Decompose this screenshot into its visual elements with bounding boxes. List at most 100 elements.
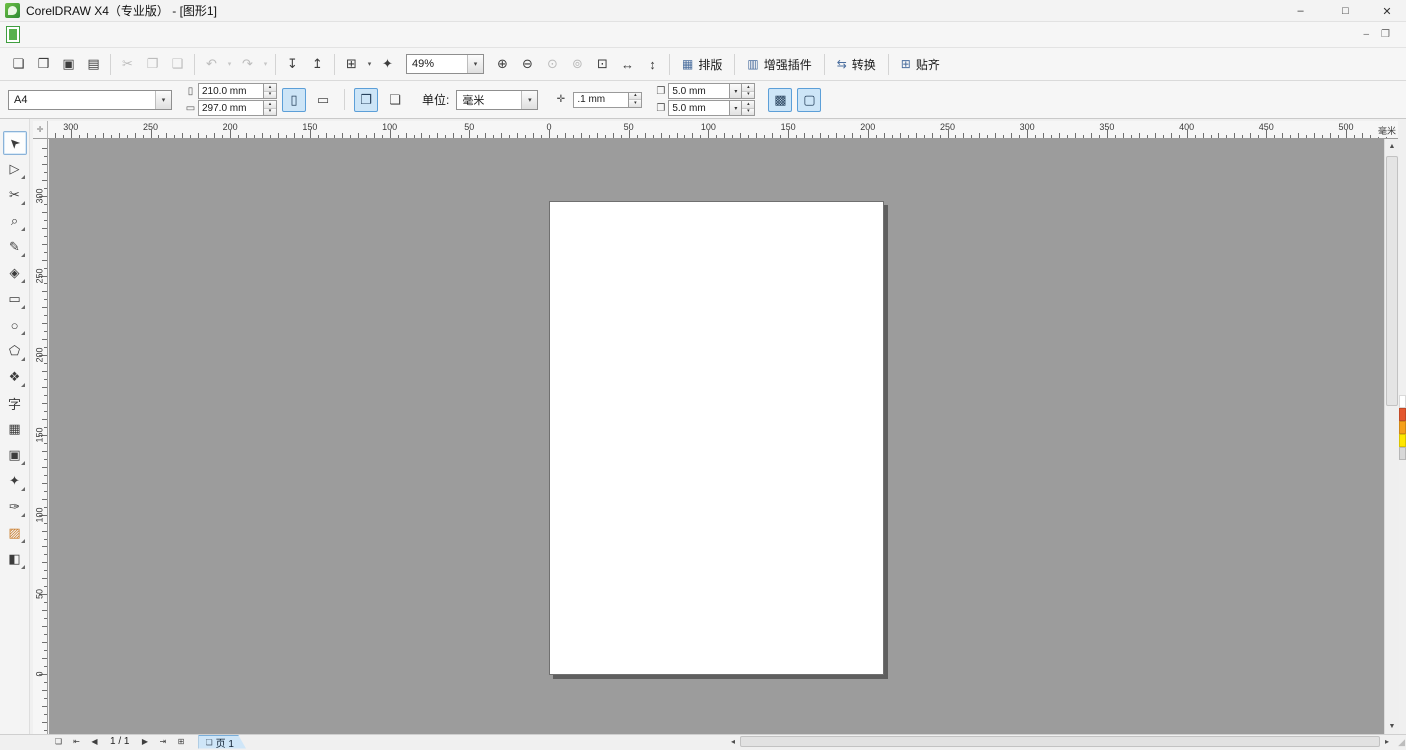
dropdown-arrow-icon[interactable]: ▾ [155, 90, 171, 109]
page-tab[interactable]: ❏ 页 1 [198, 735, 246, 749]
page[interactable] [549, 201, 884, 675]
close-button[interactable]: ✕ [1368, 0, 1406, 22]
paper-width-spinner[interactable]: ▴ ▾ [264, 83, 277, 99]
save-button[interactable]: ▣ [56, 52, 81, 76]
color-swatch[interactable] [1399, 421, 1406, 434]
outline-tool[interactable]: ✑ [3, 495, 27, 519]
scroll-up-button[interactable]: ▲ [1385, 139, 1399, 154]
units-combo[interactable]: 毫米 ▾ [456, 89, 539, 110]
zoom-tool[interactable]: ⌕ [3, 209, 27, 233]
child-minimize-button[interactable]: – [1363, 29, 1369, 40]
paste-button[interactable]: ❑ [165, 52, 190, 76]
horizontal-scroll-thumb[interactable] [740, 736, 1380, 747]
portrait-button[interactable]: ▯ [282, 87, 306, 112]
zoom-page-button[interactable]: ⊡ [590, 52, 615, 76]
plugins-button[interactable]: ▥ 增强插件 [739, 52, 819, 76]
cut-button[interactable]: ✂ [115, 52, 140, 76]
maximize-button[interactable]: □ [1323, 0, 1368, 22]
spin-down-button[interactable]: ▾ [629, 100, 642, 107]
paper-width-field[interactable]: 210.0 mm [198, 83, 264, 99]
current-page-button[interactable]: ❏ [383, 88, 407, 112]
shape-tool[interactable]: ▷ [3, 157, 27, 181]
interactive-fill-tool[interactable]: ◧ [3, 547, 27, 571]
smart-fill-tool[interactable]: ◈ [3, 261, 27, 285]
welcome-screen-button[interactable]: ✦ [375, 52, 400, 76]
scroll-down-button[interactable]: ▼ [1385, 719, 1399, 734]
minimize-button[interactable]: – [1278, 0, 1323, 22]
spin-down-button[interactable]: ▾ [742, 108, 755, 115]
dropdown-arrow-icon[interactable]: ▾ [467, 55, 483, 73]
duplicate-x-field[interactable]: 5.0 mm [668, 83, 731, 99]
spin-up-button[interactable]: ▴ [629, 92, 642, 100]
freehand-tool[interactable]: ✎ [3, 235, 27, 259]
duplicate-y-dropdown[interactable]: ▾ [730, 100, 743, 116]
dropdown-arrow-icon[interactable]: ▾ [521, 90, 538, 109]
first-page-button[interactable]: ⇤ [68, 735, 85, 748]
paper-height-spinner[interactable]: ▴ ▾ [264, 100, 277, 116]
fill-tool[interactable]: ▨ [3, 521, 27, 545]
nudge-spinner[interactable]: ▴ ▾ [629, 91, 643, 108]
import-button[interactable]: ↧ [280, 52, 305, 76]
next-page-button[interactable]: ▶ [136, 735, 153, 748]
undo-dropdown[interactable]: ▾ [224, 52, 235, 76]
spin-down-button[interactable]: ▾ [264, 108, 276, 115]
layout-button[interactable]: ▦ 排版 [674, 52, 730, 76]
color-swatch[interactable] [1399, 395, 1406, 408]
vertical-ruler[interactable]: 0 50 100 150 200 250 300 [33, 139, 48, 734]
table-tool[interactable]: ▦ [3, 417, 27, 441]
zoom-level-combo[interactable]: 49% ▾ [406, 54, 484, 74]
add-page-button[interactable]: ⊞ [172, 735, 189, 748]
redo-dropdown[interactable]: ▾ [260, 52, 271, 76]
duplicate-y-field[interactable]: 5.0 mm [668, 100, 731, 116]
zoom-out-button[interactable]: ⊖ [515, 52, 540, 76]
app-launcher-button[interactable]: ⊞ [339, 52, 364, 76]
all-pages-button[interactable]: ❐ [354, 87, 378, 112]
last-page-button[interactable]: ⇥ [154, 735, 171, 748]
app-launcher-dropdown[interactable]: ▾ [364, 52, 375, 76]
zoom-all-objects-button[interactable]: ⊚ [565, 52, 590, 76]
marquee-select-toggle[interactable]: ▢ [797, 87, 822, 112]
vertical-scroll-thumb[interactable] [1386, 156, 1398, 406]
rectangle-tool[interactable]: ▭ [3, 287, 27, 311]
color-swatch[interactable] [1399, 447, 1406, 460]
export-button[interactable]: ↥ [305, 52, 330, 76]
paper-height-field[interactable]: 297.0 mm [198, 100, 264, 116]
paper-type-combo[interactable]: A4 ▾ [8, 89, 172, 110]
eyedropper-tool[interactable]: ✦ [3, 469, 27, 493]
zoom-height-button[interactable]: ↕ [640, 52, 665, 76]
color-swatch[interactable] [1399, 434, 1406, 447]
nudge-offset-field[interactable]: .1 mm [573, 91, 630, 108]
polygon-tool[interactable]: ⬠ [3, 339, 27, 363]
scroll-right-button[interactable]: ▸ [1380, 735, 1394, 748]
print-button[interactable]: ▤ [81, 52, 106, 76]
undo-button[interactable]: ↶ [199, 52, 224, 76]
prev-page-button[interactable]: ◀ [86, 735, 103, 748]
treat-as-filled-toggle[interactable]: ▩ [768, 87, 793, 112]
text-tool[interactable]: 字 [3, 391, 27, 415]
snap-button[interactable]: ⊞ 贴齐 [893, 52, 948, 76]
spin-down-button[interactable]: ▾ [742, 91, 755, 98]
open-button[interactable]: ❒ [31, 52, 56, 76]
zoom-in-button[interactable]: ⊕ [490, 52, 515, 76]
basic-shapes-tool[interactable]: ❖ [3, 365, 27, 389]
pick-tool[interactable]: ➤ [2, 131, 27, 155]
blend-tool[interactable]: ▣ [3, 443, 27, 467]
vertical-scrollbar[interactable]: ▲ ▼ [1384, 139, 1399, 734]
resize-grip[interactable]: ◢ [1394, 735, 1405, 748]
landscape-button[interactable]: ▭ [311, 88, 335, 112]
spin-down-button[interactable]: ▾ [264, 91, 276, 98]
zoom-selection-button[interactable]: ⊙ [540, 52, 565, 76]
color-swatch[interactable] [1399, 408, 1406, 421]
duplicate-x-spinner[interactable]: ▴ ▾ [742, 83, 756, 99]
crop-tool[interactable]: ✂ [3, 183, 27, 207]
horizontal-scrollbar[interactable]: ◂ ▸ [726, 735, 1394, 748]
child-restore-button[interactable]: ❐ [1381, 29, 1390, 40]
scroll-left-button[interactable]: ◂ [726, 735, 740, 748]
copy-button[interactable]: ❐ [140, 52, 165, 76]
add-page-front-button[interactable]: ❏ [50, 735, 67, 748]
zoom-width-button[interactable]: ↔ [615, 52, 640, 76]
canvas[interactable] [49, 139, 1384, 734]
duplicate-x-dropdown[interactable]: ▾ [730, 83, 743, 99]
horizontal-ruler[interactable]: 毫米 300 250 200 150 100 50 0 50 100 150 200 250 300 35… [48, 121, 1398, 139]
duplicate-y-spinner[interactable]: ▴ ▾ [742, 100, 756, 116]
